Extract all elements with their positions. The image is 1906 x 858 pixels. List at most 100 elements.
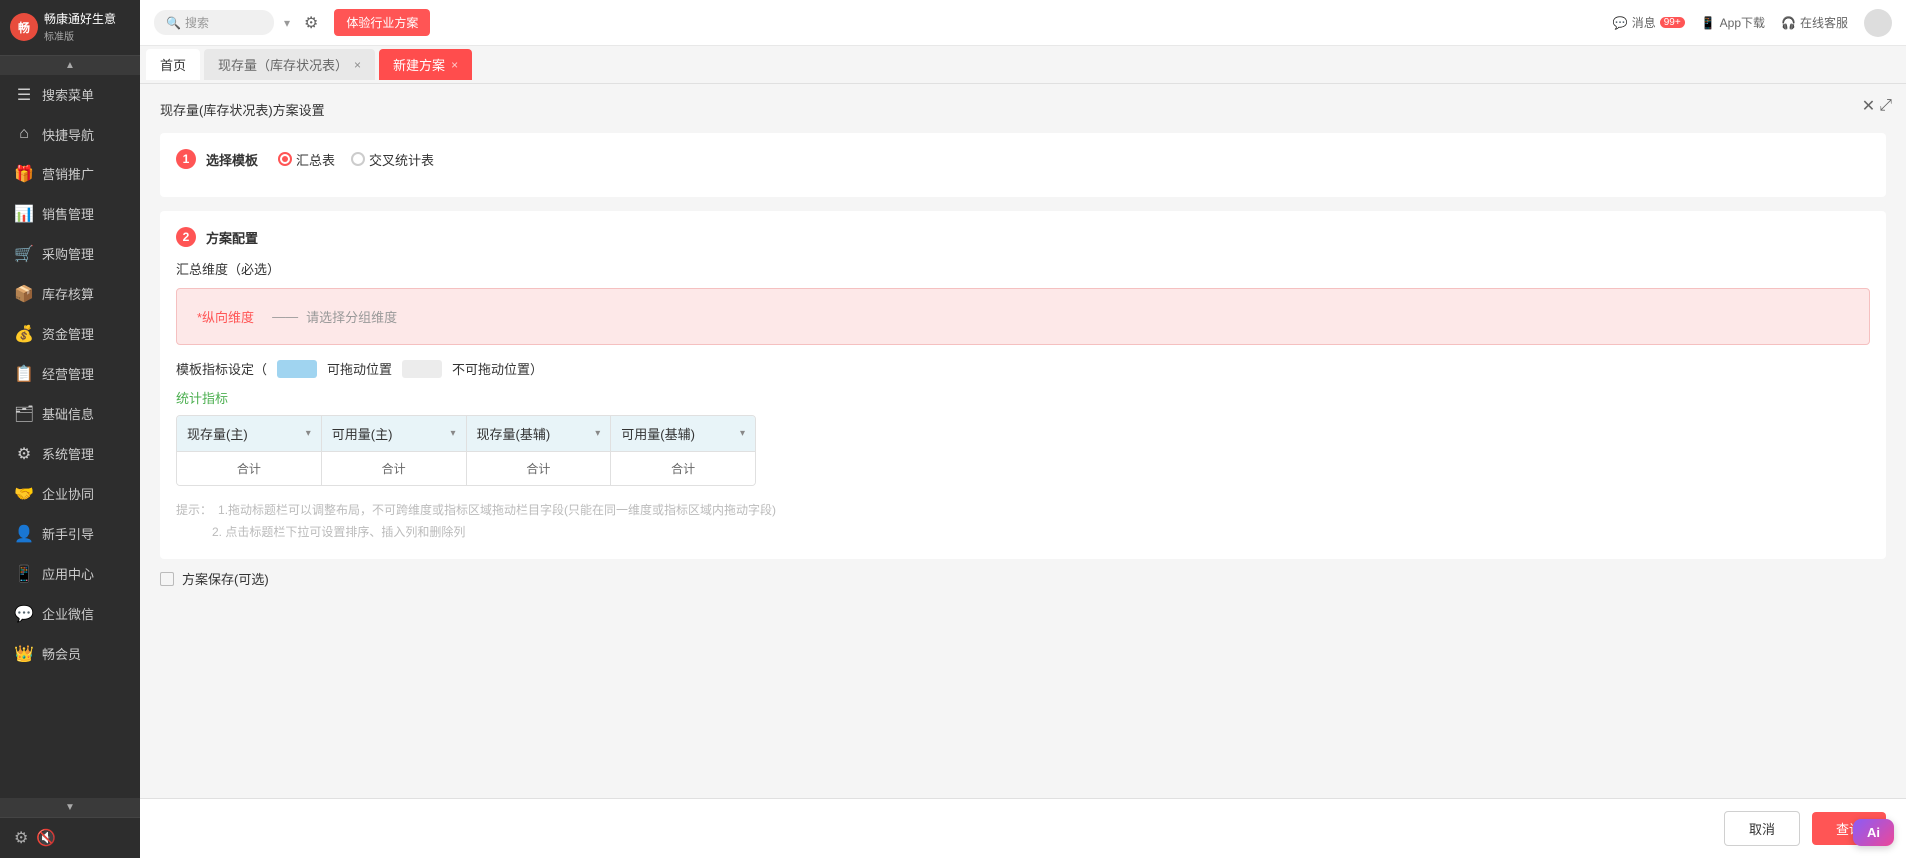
tab-home-label: 首页: [160, 55, 186, 74]
hint-item-1: 2. 点击标题栏下拉可设置排序、插入列和删除列: [212, 522, 1870, 544]
sidebar: 畅 畅康通好生意 标准版 ▲ ☰ 搜索菜单 ⌂ 快捷导航 🎁 营销推广 📊 销售…: [0, 0, 140, 858]
sidebar-logo: 畅 畅康通好生意 标准版: [0, 0, 140, 56]
section2-title: 方案配置: [206, 228, 258, 247]
tab-new-plan-close[interactable]: ×: [451, 58, 458, 72]
stats-table: 现存量(主) ▾ 可用量(主) ▾ 现存量(基辅) ▾: [176, 415, 756, 486]
stats-col-2-chevron[interactable]: ▾: [595, 428, 600, 439]
msg-badge: 99+: [1660, 17, 1685, 28]
panel-controls: ✕ ⤢: [1848, 84, 1906, 128]
indicator-draggable-block: [277, 360, 317, 378]
hint-item-0: 提示： 1.拖动标题栏可以调整布局，不可跨维度或指标区域拖动栏目字段(只能在同一…: [176, 500, 1870, 522]
topbar: 🔍 搜索 ▾ ⚙ 体验行业方案 💬 消息 99+ 📱 App下载 🎧 在线客服: [140, 0, 1906, 46]
stats-col-0[interactable]: 现存量(主) ▾: [177, 416, 322, 451]
footer: 取消 查询: [140, 798, 1906, 858]
crown-icon: 👑: [14, 644, 34, 664]
sidebar-item-sales[interactable]: 📊 销售管理: [0, 194, 140, 234]
sidebar-item-management[interactable]: 📋 经营管理: [0, 354, 140, 394]
tab-new-plan-label: 新建方案: [393, 55, 445, 74]
ai-fab-button[interactable]: Ai: [1853, 819, 1894, 846]
stats-title: 统计指标: [176, 388, 1870, 407]
sidebar-item-cooperation[interactable]: 🤝 企业协同: [0, 474, 140, 514]
stats-table-header: 现存量(主) ▾ 可用量(主) ▾ 现存量(基辅) ▾: [177, 416, 755, 451]
tab-inventory-label: 现存量（库存状况表）: [218, 55, 348, 74]
stats-section: 统计指标 现存量(主) ▾ 可用量(主) ▾: [176, 388, 1870, 486]
search-icon: 🔍: [166, 16, 181, 30]
search-bar[interactable]: 🔍 搜索: [154, 10, 274, 35]
stats-col-1-chevron[interactable]: ▾: [450, 428, 455, 439]
sidebar-item-basic[interactable]: 🗂 基础信息: [0, 394, 140, 434]
tabbar: 首页 现存量（库存状况表） × 新建方案 ×: [140, 46, 1906, 84]
sidebar-item-search[interactable]: ☰ 搜索菜单: [0, 75, 140, 115]
logo-icon: 畅: [10, 13, 38, 41]
stats-cell-2: 合计: [467, 452, 612, 485]
section1-header: 1 选择模板 汇总表 交叉统计表: [176, 149, 1870, 169]
stats-col-2[interactable]: 现存量(基辅) ▾: [467, 416, 612, 451]
radio-cross-label: 交叉统计表: [369, 150, 434, 169]
topbar-settings-icon[interactable]: ⚙: [304, 13, 318, 33]
expand-panel-icon[interactable]: ⤢: [1879, 97, 1892, 115]
dim-vertical-label: *纵向维度: [197, 307, 254, 326]
online-service-action[interactable]: 🎧 在线客服: [1781, 14, 1848, 31]
radio-cross[interactable]: 交叉统计表: [351, 150, 434, 169]
close-panel-icon[interactable]: ✕: [1862, 96, 1875, 116]
sidebar-item-inventory[interactable]: 📦 库存核算: [0, 274, 140, 314]
tab-home[interactable]: 首页: [146, 49, 200, 80]
save-option-label: 方案保存(可选): [182, 569, 269, 588]
page-title: 现存量(库存状况表)方案设置: [160, 100, 1886, 119]
section2-num: 2: [176, 227, 196, 247]
msg-icon: 💬: [1613, 16, 1628, 30]
tab-inventory[interactable]: 现存量（库存状况表） ×: [204, 49, 375, 80]
indicator-undraggable-block: [402, 360, 442, 378]
cart-icon: 🛒: [14, 244, 34, 264]
stats-col-1[interactable]: 可用量(主) ▾: [322, 416, 467, 451]
app-download-action[interactable]: 📱 App下载: [1701, 14, 1765, 31]
sidebar-scroll-up[interactable]: ▲: [0, 56, 140, 75]
chat-icon: 💬: [14, 604, 34, 624]
stats-cell-0: 合计: [177, 452, 322, 485]
stats-cell-1: 合计: [322, 452, 467, 485]
folder-icon: 🗂: [14, 404, 34, 424]
stats-col-3-chevron[interactable]: ▾: [740, 428, 745, 439]
home-icon: ⌂: [14, 125, 34, 143]
box-icon: 📦: [14, 284, 34, 304]
audio-icon[interactable]: 🔇: [36, 828, 56, 848]
msg-action[interactable]: 💬 消息 99+: [1613, 14, 1685, 31]
stats-col-3[interactable]: 可用量(基辅) ▾: [611, 416, 755, 451]
dimension-area[interactable]: *纵向维度 —— 请选择分组维度: [176, 288, 1870, 345]
stats-col-3-label: 可用量(基辅): [621, 424, 695, 443]
sidebar-item-member[interactable]: 👑 畅会员: [0, 634, 140, 674]
hint-text-1: 2. 点击标题栏下拉可设置排序、插入列和删除列: [212, 522, 465, 544]
stats-col-0-label: 现存量(主): [187, 424, 248, 443]
sidebar-item-finance[interactable]: 💰 资金管理: [0, 314, 140, 354]
hint-text-0: 1.拖动标题栏可以调整布局，不可跨维度或指标区域拖动栏目字段(只能在同一维度或指…: [218, 500, 776, 522]
gear-icon: ⚙: [14, 444, 34, 464]
search-menu-icon: ☰: [14, 85, 34, 105]
cancel-button[interactable]: 取消: [1724, 811, 1800, 846]
stats-col-0-chevron[interactable]: ▾: [306, 428, 311, 439]
user-avatar[interactable]: [1864, 9, 1892, 37]
sidebar-item-appcenter[interactable]: 📱 应用中心: [0, 554, 140, 594]
sidebar-item-purchase[interactable]: 🛒 采购管理: [0, 234, 140, 274]
radio-summary-circle: [278, 152, 292, 166]
sidebar-item-newguide[interactable]: 👤 新手引导: [0, 514, 140, 554]
money-icon: 💰: [14, 324, 34, 344]
radio-summary[interactable]: 汇总表: [278, 150, 335, 169]
dim-dash: ——: [272, 309, 298, 324]
sidebar-item-system[interactable]: ⚙ 系统管理: [0, 434, 140, 474]
save-checkbox[interactable]: [160, 572, 174, 586]
sidebar-item-quick-nav[interactable]: ⌂ 快捷导航: [0, 115, 140, 154]
section1-num: 1: [176, 149, 196, 169]
dim-placeholder: 请选择分组维度: [306, 307, 397, 326]
sidebar-item-marketing[interactable]: 🎁 营销推广: [0, 154, 140, 194]
sidebar-item-wechat[interactable]: 💬 企业微信: [0, 594, 140, 634]
try-industry-button[interactable]: 体验行业方案: [334, 9, 430, 36]
sidebar-scroll-down[interactable]: ▼: [0, 798, 140, 817]
sidebar-label-search: 搜索菜单: [42, 85, 94, 104]
stats-col-1-label: 可用量(主): [332, 424, 393, 443]
sidebar-nav: ☰ 搜索菜单 ⌂ 快捷导航 🎁 营销推广 📊 销售管理 🛒 采购管理 📦 库存核…: [0, 75, 140, 798]
tab-inventory-close[interactable]: ×: [354, 58, 361, 72]
topbar-dropdown[interactable]: ▾: [284, 16, 290, 30]
settings-bottom-icon[interactable]: ⚙: [14, 828, 28, 848]
search-text: 搜索: [185, 14, 209, 31]
tab-new-plan[interactable]: 新建方案 ×: [379, 49, 472, 80]
